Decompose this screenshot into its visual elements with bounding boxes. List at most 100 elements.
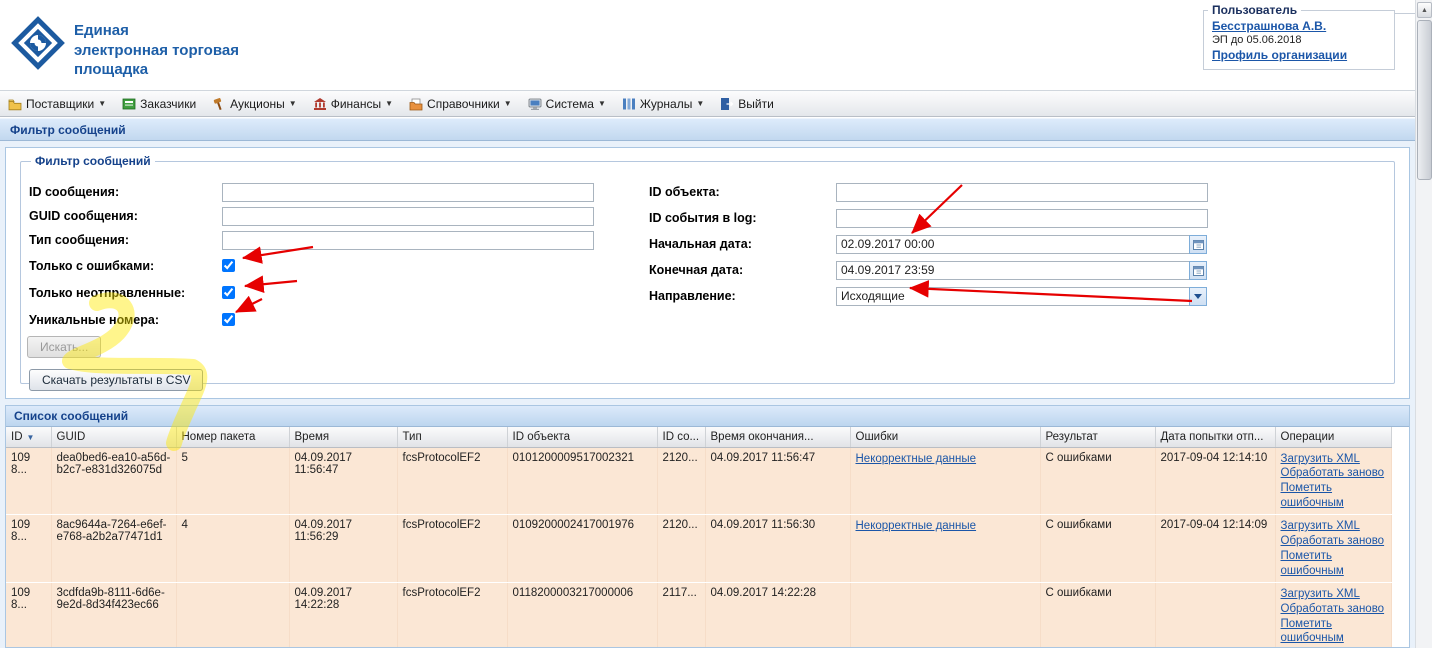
start-date-input[interactable] (836, 234, 1189, 254)
end-date-input[interactable] (836, 260, 1189, 280)
menu-item-label: Финансы (330, 96, 382, 111)
org-profile-link[interactable]: Профиль организации (1212, 48, 1386, 62)
error-details-link[interactable]: Некорректные данные (856, 519, 1035, 534)
column-header-guid[interactable]: GUID (51, 427, 177, 448)
cell-attempt-date: 2017-09-04 12:14:09 (1155, 514, 1276, 584)
brand-title-line1: Единая (74, 22, 129, 39)
menu-item-finances[interactable]: Финансы ▼ (313, 97, 393, 111)
chevron-down-icon: ▼ (385, 99, 394, 108)
sort-desc-icon: ▼ (26, 432, 35, 442)
unique-numbers-label: Уникальные номера: (29, 312, 159, 327)
cell-packet (176, 582, 290, 647)
load-xml-link[interactable]: Загрузить XML (1281, 519, 1386, 534)
download-csv-button[interactable]: Скачать результаты в CSV (29, 369, 204, 391)
cell-event-id: 2120... (657, 447, 706, 516)
page-title-bar: Фильтр сообщений (0, 118, 1415, 141)
user-panel: Пользователь Бесстрашнова А.В. ЭП до 05.… (1203, 3, 1395, 70)
start-date-label: Начальная дата: (649, 237, 752, 251)
object-id-input[interactable] (836, 182, 1208, 202)
menu-item-customers[interactable]: Заказчики (122, 97, 196, 111)
menu-item-system[interactable]: Система ▼ (528, 97, 606, 111)
field-message-guid: GUID сообщения: (29, 204, 629, 228)
cell-attempt-date: 2017-09-04 12:14:10 (1155, 447, 1276, 516)
only-unsent-checkbox[interactable] (222, 286, 235, 299)
cell-id: 1098... (6, 447, 52, 516)
user-name-link[interactable]: Бесстрашнова А.В. (1212, 19, 1386, 33)
brand-title-line3: площадка (74, 61, 149, 78)
load-xml-link[interactable]: Загрузить XML (1281, 452, 1386, 467)
cell-end-time: 04.09.2017 11:56:30 (705, 514, 851, 584)
unique-numbers-checkbox[interactable] (222, 313, 235, 326)
mark-error-link[interactable]: Пометить ошибочным (1281, 617, 1386, 646)
etp-logo[interactable] (10, 15, 68, 73)
main-menu: Поставщики ▼ Заказчики Аукционы ▼ Финанс… (0, 90, 1415, 117)
column-header-id[interactable]: ID ▼ (6, 427, 52, 448)
menu-item-label: Поставщики (26, 96, 95, 111)
column-header-errors[interactable]: Ошибки (850, 427, 1041, 448)
end-date-label: Конечная дата: (649, 263, 744, 277)
exit-icon (720, 97, 734, 111)
etp-logo-icon (11, 16, 65, 70)
only-errors-checkbox[interactable] (222, 259, 235, 272)
cell-errors (850, 582, 1041, 647)
suppliers-folder-icon (8, 97, 22, 111)
table-row: 1098... 3cdfda9b-8111-6d6e-9e2d-8d34f423… (6, 582, 1392, 647)
message-id-input[interactable] (222, 182, 594, 202)
direction-dropdown-icon[interactable] (1189, 286, 1207, 306)
table-row: 1098... 8ac9644a-7264-e6ef-e768-a2b2a774… (6, 514, 1392, 584)
cell-type: fcsProtocolEF2 (397, 514, 508, 584)
column-header-event-id[interactable]: ID со... (657, 427, 706, 448)
menu-item-label: Выйти (738, 96, 774, 111)
load-xml-link[interactable]: Загрузить XML (1281, 587, 1386, 602)
journals-bars-icon (622, 97, 636, 111)
search-button[interactable]: Искать... (27, 336, 102, 358)
end-date-calendar-icon[interactable] (1189, 260, 1207, 280)
menu-item-label: Журналы (639, 96, 693, 111)
content-area: Фильтр сообщений ID сообщения: GUID сооб… (0, 141, 1415, 648)
cell-operations: Загрузить XML Обработать заново Пометить… (1275, 582, 1392, 647)
bank-icon (313, 97, 327, 111)
start-date-calendar-icon[interactable] (1189, 234, 1207, 254)
menu-item-exit[interactable]: Выйти (720, 97, 774, 111)
chevron-down-icon: ▼ (288, 99, 297, 108)
message-type-input[interactable] (222, 230, 594, 250)
menu-item-suppliers[interactable]: Поставщики ▼ (8, 97, 106, 111)
mark-error-link[interactable]: Пометить ошибочным (1281, 549, 1386, 578)
user-cert-info: ЭП до 05.06.2018 (1212, 34, 1302, 46)
object-id-label: ID объекта: (649, 185, 720, 199)
column-header-type[interactable]: Тип (397, 427, 508, 448)
log-event-id-input[interactable] (836, 208, 1208, 228)
column-header-time[interactable]: Время (289, 427, 398, 448)
field-only-errors: Только с ошибками: (29, 252, 629, 279)
direction-select[interactable] (836, 286, 1189, 306)
menu-item-auctions[interactable]: Аукционы ▼ (212, 97, 297, 111)
reprocess-link[interactable]: Обработать заново (1281, 602, 1386, 617)
chevron-down-icon: ▼ (597, 99, 606, 108)
system-monitor-icon (528, 97, 542, 111)
filter-left-column: ID сообщения: GUID сообщения: Тип сообще… (29, 180, 629, 333)
reprocess-link[interactable]: Обработать заново (1281, 466, 1386, 481)
filter-right-column: ID объекта: ID события в log: Начальная … (649, 180, 1249, 310)
message-guid-input[interactable] (222, 206, 594, 226)
reprocess-link[interactable]: Обработать заново (1281, 534, 1386, 549)
vertical-scrollbar[interactable]: ▲ (1415, 0, 1432, 648)
column-header-object-id[interactable]: ID объекта (507, 427, 658, 448)
column-header-end-time[interactable]: Время окончания... (705, 427, 851, 448)
column-header-operations[interactable]: Операции (1275, 427, 1392, 448)
column-header-result[interactable]: Результат (1040, 427, 1156, 448)
brand-title-line2: электронная торговая (74, 41, 239, 59)
error-details-link[interactable]: Некорректные данные (856, 452, 1035, 467)
column-header-attempt-date[interactable]: Дата попытки отп... (1155, 427, 1276, 448)
scroll-up-icon[interactable]: ▲ (1417, 2, 1432, 18)
messages-table: ID ▼ GUID Номер пакета Время Тип ID объек… (6, 427, 1392, 647)
menu-item-directories[interactable]: Справочники ▼ (409, 97, 512, 111)
menu-item-label: Заказчики (140, 96, 197, 111)
cell-event-id: 2117... (657, 582, 706, 647)
menu-item-journals[interactable]: Журналы ▼ (622, 97, 704, 111)
menu-item-label: Система (545, 96, 594, 111)
mark-error-link[interactable]: Пометить ошибочным (1281, 481, 1386, 510)
field-unique-numbers: Уникальные номера: (29, 306, 629, 333)
filter-fieldset: Фильтр сообщений ID сообщения: GUID сооб… (20, 154, 1395, 391)
scrollbar-thumb[interactable] (1417, 20, 1432, 180)
column-header-packet[interactable]: Номер пакета (176, 427, 290, 448)
